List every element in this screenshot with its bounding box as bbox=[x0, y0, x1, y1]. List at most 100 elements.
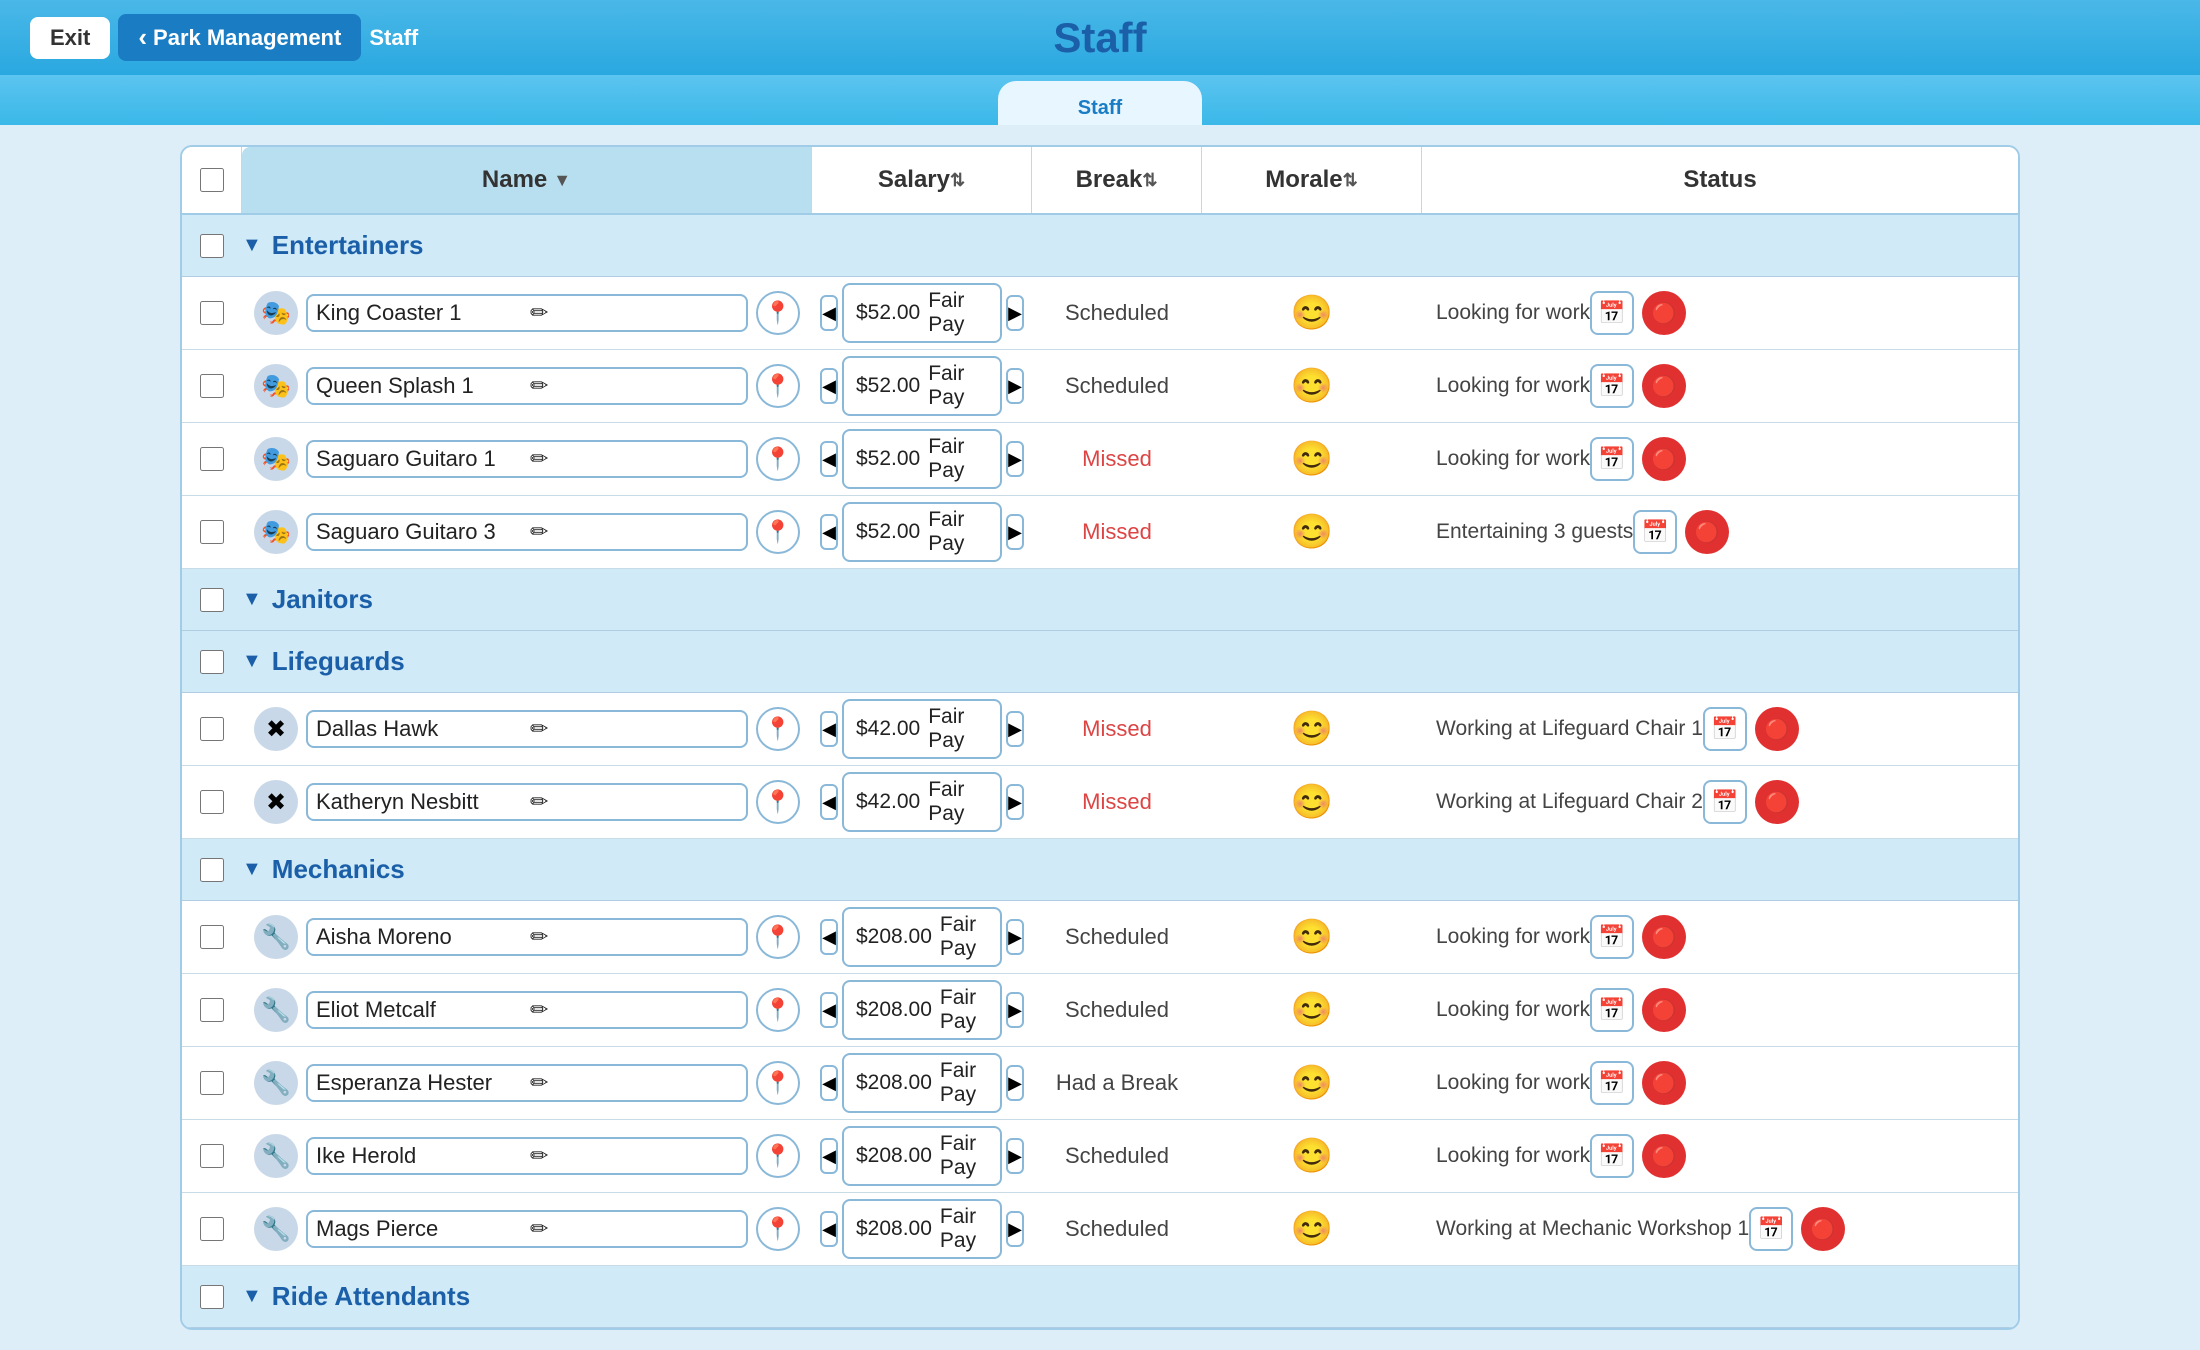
salary-increase-button[interactable]: ▶ bbox=[1006, 441, 1024, 477]
row-checkbox-cell[interactable] bbox=[182, 711, 242, 747]
location-button[interactable]: 📍 bbox=[756, 437, 800, 481]
location-button[interactable]: 📍 bbox=[756, 1207, 800, 1251]
fire-button[interactable]: 🔴 bbox=[1642, 1134, 1686, 1178]
schedule-button[interactable]: 📅 bbox=[1590, 291, 1634, 335]
row-checkbox-cell[interactable] bbox=[182, 295, 242, 331]
row-select-checkbox[interactable] bbox=[200, 790, 224, 814]
header-name[interactable]: Name ▼ bbox=[242, 147, 812, 213]
edit-name-icon[interactable]: ✏ bbox=[530, 373, 738, 399]
group-entertainers[interactable]: Entertainers bbox=[182, 215, 2018, 277]
edit-name-icon[interactable]: ✏ bbox=[530, 789, 738, 815]
edit-name-icon[interactable]: ✏ bbox=[530, 1216, 738, 1242]
row-checkbox-cell[interactable] bbox=[182, 784, 242, 820]
fire-button[interactable]: 🔴 bbox=[1642, 291, 1686, 335]
edit-name-icon[interactable]: ✏ bbox=[530, 519, 738, 545]
fire-button[interactable]: 🔴 bbox=[1801, 1207, 1845, 1251]
salary-decrease-button[interactable]: ◀ bbox=[820, 368, 838, 404]
fire-button[interactable]: 🔴 bbox=[1755, 707, 1799, 751]
salary-decrease-button[interactable]: ◀ bbox=[820, 295, 838, 331]
edit-name-icon[interactable]: ✏ bbox=[530, 300, 738, 326]
location-button[interactable]: 📍 bbox=[756, 1134, 800, 1178]
edit-name-icon[interactable]: ✏ bbox=[530, 924, 738, 950]
group-checkbox[interactable] bbox=[182, 650, 242, 674]
group-checkbox[interactable] bbox=[182, 234, 242, 258]
row-select-checkbox[interactable] bbox=[200, 717, 224, 741]
header-break[interactable]: Break ⇅ bbox=[1032, 147, 1202, 213]
salary-increase-button[interactable]: ▶ bbox=[1006, 992, 1024, 1028]
fire-button[interactable]: 🔴 bbox=[1642, 915, 1686, 959]
exit-button[interactable]: Exit bbox=[30, 17, 110, 59]
group-select-checkbox[interactable] bbox=[200, 234, 224, 258]
edit-name-icon[interactable]: ✏ bbox=[530, 446, 738, 472]
row-select-checkbox[interactable] bbox=[200, 998, 224, 1022]
group-mechanics[interactable]: Mechanics bbox=[182, 839, 2018, 901]
salary-decrease-button[interactable]: ◀ bbox=[820, 919, 838, 955]
schedule-button[interactable]: 📅 bbox=[1703, 780, 1747, 824]
header-morale[interactable]: Morale ⇅ bbox=[1202, 147, 1422, 213]
row-select-checkbox[interactable] bbox=[200, 374, 224, 398]
salary-decrease-button[interactable]: ◀ bbox=[820, 441, 838, 477]
schedule-button[interactable]: 📅 bbox=[1633, 510, 1677, 554]
edit-name-icon[interactable]: ✏ bbox=[530, 1070, 738, 1096]
row-checkbox-cell[interactable] bbox=[182, 992, 242, 1028]
group-select-checkbox[interactable] bbox=[200, 650, 224, 674]
salary-increase-button[interactable]: ▶ bbox=[1006, 368, 1024, 404]
tab-staff[interactable]: Staff bbox=[998, 81, 1202, 125]
edit-name-icon[interactable]: ✏ bbox=[530, 997, 738, 1023]
fire-button[interactable]: 🔴 bbox=[1642, 437, 1686, 481]
schedule-button[interactable]: 📅 bbox=[1590, 915, 1634, 959]
fire-button[interactable]: 🔴 bbox=[1642, 364, 1686, 408]
group-lifeguards[interactable]: Lifeguards bbox=[182, 631, 2018, 693]
row-checkbox-cell[interactable] bbox=[182, 368, 242, 404]
schedule-button[interactable]: 📅 bbox=[1590, 1134, 1634, 1178]
location-button[interactable]: 📍 bbox=[756, 780, 800, 824]
row-checkbox-cell[interactable] bbox=[182, 441, 242, 477]
salary-decrease-button[interactable]: ◀ bbox=[820, 1138, 838, 1174]
salary-increase-button[interactable]: ▶ bbox=[1006, 784, 1024, 820]
row-checkbox-cell[interactable] bbox=[182, 514, 242, 550]
group-checkbox[interactable] bbox=[182, 588, 242, 612]
salary-decrease-button[interactable]: ◀ bbox=[820, 992, 838, 1028]
schedule-button[interactable]: 📅 bbox=[1590, 1061, 1634, 1105]
header-salary[interactable]: Salary ⇅ bbox=[812, 147, 1032, 213]
salary-decrease-button[interactable]: ◀ bbox=[820, 784, 838, 820]
location-button[interactable]: 📍 bbox=[756, 988, 800, 1032]
salary-increase-button[interactable]: ▶ bbox=[1006, 1065, 1024, 1101]
group-checkbox[interactable] bbox=[182, 1285, 242, 1309]
schedule-button[interactable]: 📅 bbox=[1703, 707, 1747, 751]
row-select-checkbox[interactable] bbox=[200, 925, 224, 949]
select-all-checkbox[interactable] bbox=[200, 168, 224, 192]
row-select-checkbox[interactable] bbox=[200, 1071, 224, 1095]
row-checkbox-cell[interactable] bbox=[182, 919, 242, 955]
row-select-checkbox[interactable] bbox=[200, 301, 224, 325]
park-management-button[interactable]: Park Management bbox=[118, 14, 361, 61]
salary-increase-button[interactable]: ▶ bbox=[1006, 1211, 1024, 1247]
salary-increase-button[interactable]: ▶ bbox=[1006, 295, 1024, 331]
fire-button[interactable]: 🔴 bbox=[1685, 510, 1729, 554]
salary-decrease-button[interactable]: ◀ bbox=[820, 711, 838, 747]
schedule-button[interactable]: 📅 bbox=[1590, 364, 1634, 408]
location-button[interactable]: 📍 bbox=[756, 707, 800, 751]
fire-button[interactable]: 🔴 bbox=[1642, 988, 1686, 1032]
salary-increase-button[interactable]: ▶ bbox=[1006, 1138, 1024, 1174]
group-checkbox[interactable] bbox=[182, 858, 242, 882]
edit-name-icon[interactable]: ✏ bbox=[530, 1143, 738, 1169]
location-button[interactable]: 📍 bbox=[756, 915, 800, 959]
salary-decrease-button[interactable]: ◀ bbox=[820, 514, 838, 550]
row-select-checkbox[interactable] bbox=[200, 1217, 224, 1241]
group-ride-attendants[interactable]: Ride Attendants bbox=[182, 1266, 2018, 1328]
location-button[interactable]: 📍 bbox=[756, 1061, 800, 1105]
salary-decrease-button[interactable]: ◀ bbox=[820, 1211, 838, 1247]
group-select-checkbox[interactable] bbox=[200, 858, 224, 882]
location-button[interactable]: 📍 bbox=[756, 364, 800, 408]
row-checkbox-cell[interactable] bbox=[182, 1138, 242, 1174]
fire-button[interactable]: 🔴 bbox=[1755, 780, 1799, 824]
schedule-button[interactable]: 📅 bbox=[1590, 437, 1634, 481]
location-button[interactable]: 📍 bbox=[756, 291, 800, 335]
salary-increase-button[interactable]: ▶ bbox=[1006, 514, 1024, 550]
location-button[interactable]: 📍 bbox=[756, 510, 800, 554]
edit-name-icon[interactable]: ✏ bbox=[530, 716, 738, 742]
salary-decrease-button[interactable]: ◀ bbox=[820, 1065, 838, 1101]
row-checkbox-cell[interactable] bbox=[182, 1211, 242, 1247]
group-janitors[interactable]: Janitors bbox=[182, 569, 2018, 631]
